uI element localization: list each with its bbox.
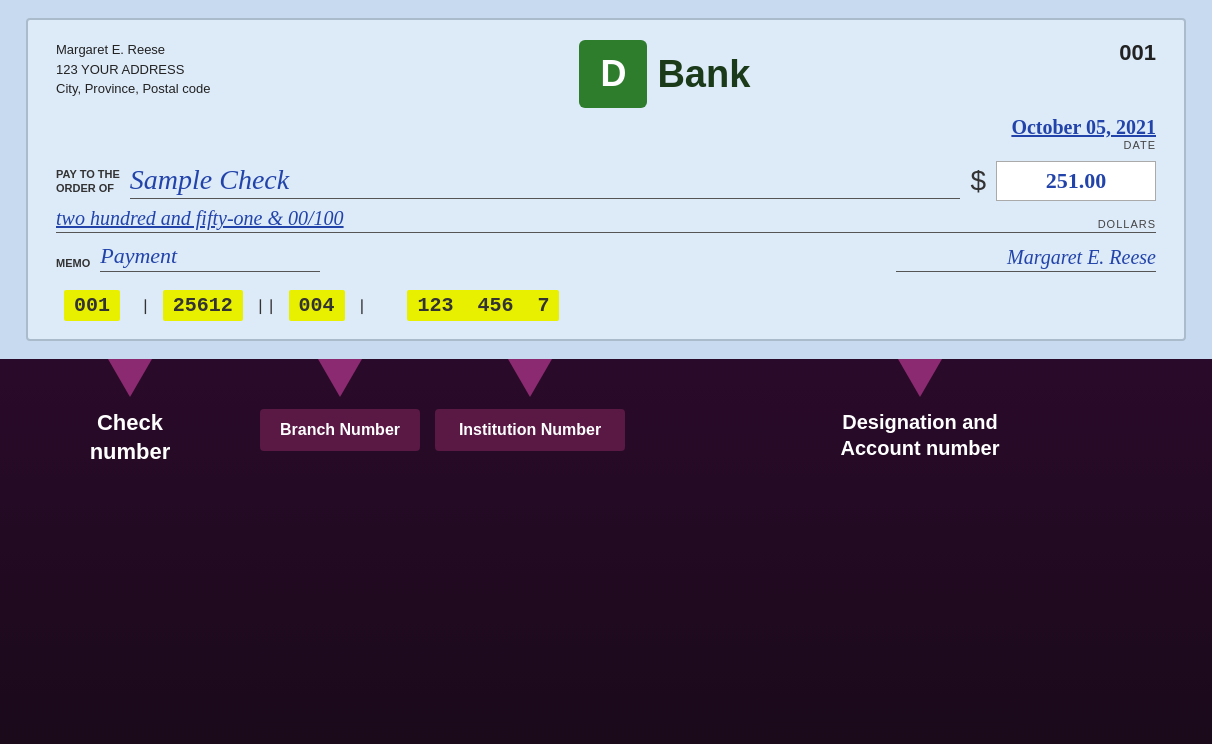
memo-line: Payment <box>100 243 320 272</box>
td-letter: D <box>600 53 626 95</box>
annotation-area: Check number Branch Number Institution N… <box>0 359 1212 744</box>
owner-address2: City, Province, Postal code <box>56 79 210 99</box>
institution-number-label: Institution Number <box>435 409 625 451</box>
micr-sep3: ❘ <box>357 295 368 317</box>
td-logo-box: D <box>579 40 647 108</box>
check: Margaret E. Reese 123 YOUR ADDRESS City,… <box>26 18 1186 341</box>
branch-number-label: Branch Number <box>260 409 420 451</box>
signature-line: Margaret E. Reese <box>896 246 1156 272</box>
memo-value: Payment <box>100 243 177 268</box>
check-number-annotation: Check number <box>50 359 210 466</box>
pay-to-label: PAY TO THEORDER OF <box>56 167 120 196</box>
pay-row: PAY TO THEORDER OF Sample Check $ 251.00 <box>56 161 1156 201</box>
memo-label: MEMO <box>56 257 90 269</box>
branch-number-arrow <box>318 359 362 397</box>
micr-sep1: ❘ <box>140 295 151 317</box>
designation-annotation: Designation and Account number <box>790 359 1050 461</box>
micr-institution: 004 <box>289 290 345 321</box>
check-background: Margaret E. Reese 123 YOUR ADDRESS City,… <box>0 0 1212 359</box>
dollars-label: DOLLARS <box>1098 218 1156 230</box>
check-number-label: Check number <box>90 409 171 466</box>
memo-section: MEMO Payment <box>56 243 320 272</box>
owner-address: Margaret E. Reese 123 YOUR ADDRESS City,… <box>56 40 210 99</box>
memo-row: MEMO Payment Margaret E. Reese <box>56 243 1156 272</box>
dollar-sign: $ <box>970 165 986 197</box>
written-amount: two hundred and fifty-one & 00/100 <box>56 207 344 230</box>
check-number-top: 001 <box>1119 40 1156 66</box>
bank-name: Bank <box>657 53 750 96</box>
micr-account: 123 ⁣⁣ 456 ⁣⁣⁣ 7⁣ <box>407 290 559 321</box>
bank-logo: D Bank <box>579 40 750 108</box>
date-label: DATE <box>56 139 1156 151</box>
designation-label: Designation and Account number <box>841 409 1000 461</box>
institution-number-arrow <box>508 359 552 397</box>
micr-sep2: ❘❘ <box>255 295 277 317</box>
micr-check-number: 001 <box>64 290 120 321</box>
micr-branch: 25612 <box>163 290 243 321</box>
designation-arrow <box>898 359 942 397</box>
institution-number-annotation: Institution Number <box>420 359 640 451</box>
branch-number-annotation: Branch Number <box>250 359 430 451</box>
micr-row: ⁢ 001 ⁢ ❘ 25612 ❘❘ 004 ❘ 123 ⁣⁣ 456 ⁣⁣⁣ … <box>56 290 1156 321</box>
payee-name: Sample Check <box>130 164 289 195</box>
date-row: October 05, 2021 DATE <box>56 116 1156 151</box>
check-date: October 05, 2021 <box>56 116 1156 139</box>
owner-address1: 123 YOUR ADDRESS <box>56 60 210 80</box>
check-number-area: 001 <box>1119 40 1156 66</box>
written-amount-row: two hundred and fifty-one & 00/100 DOLLA… <box>56 207 1156 233</box>
owner-name: Margaret E. Reese <box>56 40 210 60</box>
payee-line: Sample Check <box>130 164 961 199</box>
signature: Margaret E. Reese <box>1007 246 1156 268</box>
check-number-arrow <box>108 359 152 397</box>
amount-box: 251.00 <box>996 161 1156 201</box>
check-top-row: Margaret E. Reese 123 YOUR ADDRESS City,… <box>56 40 1156 108</box>
